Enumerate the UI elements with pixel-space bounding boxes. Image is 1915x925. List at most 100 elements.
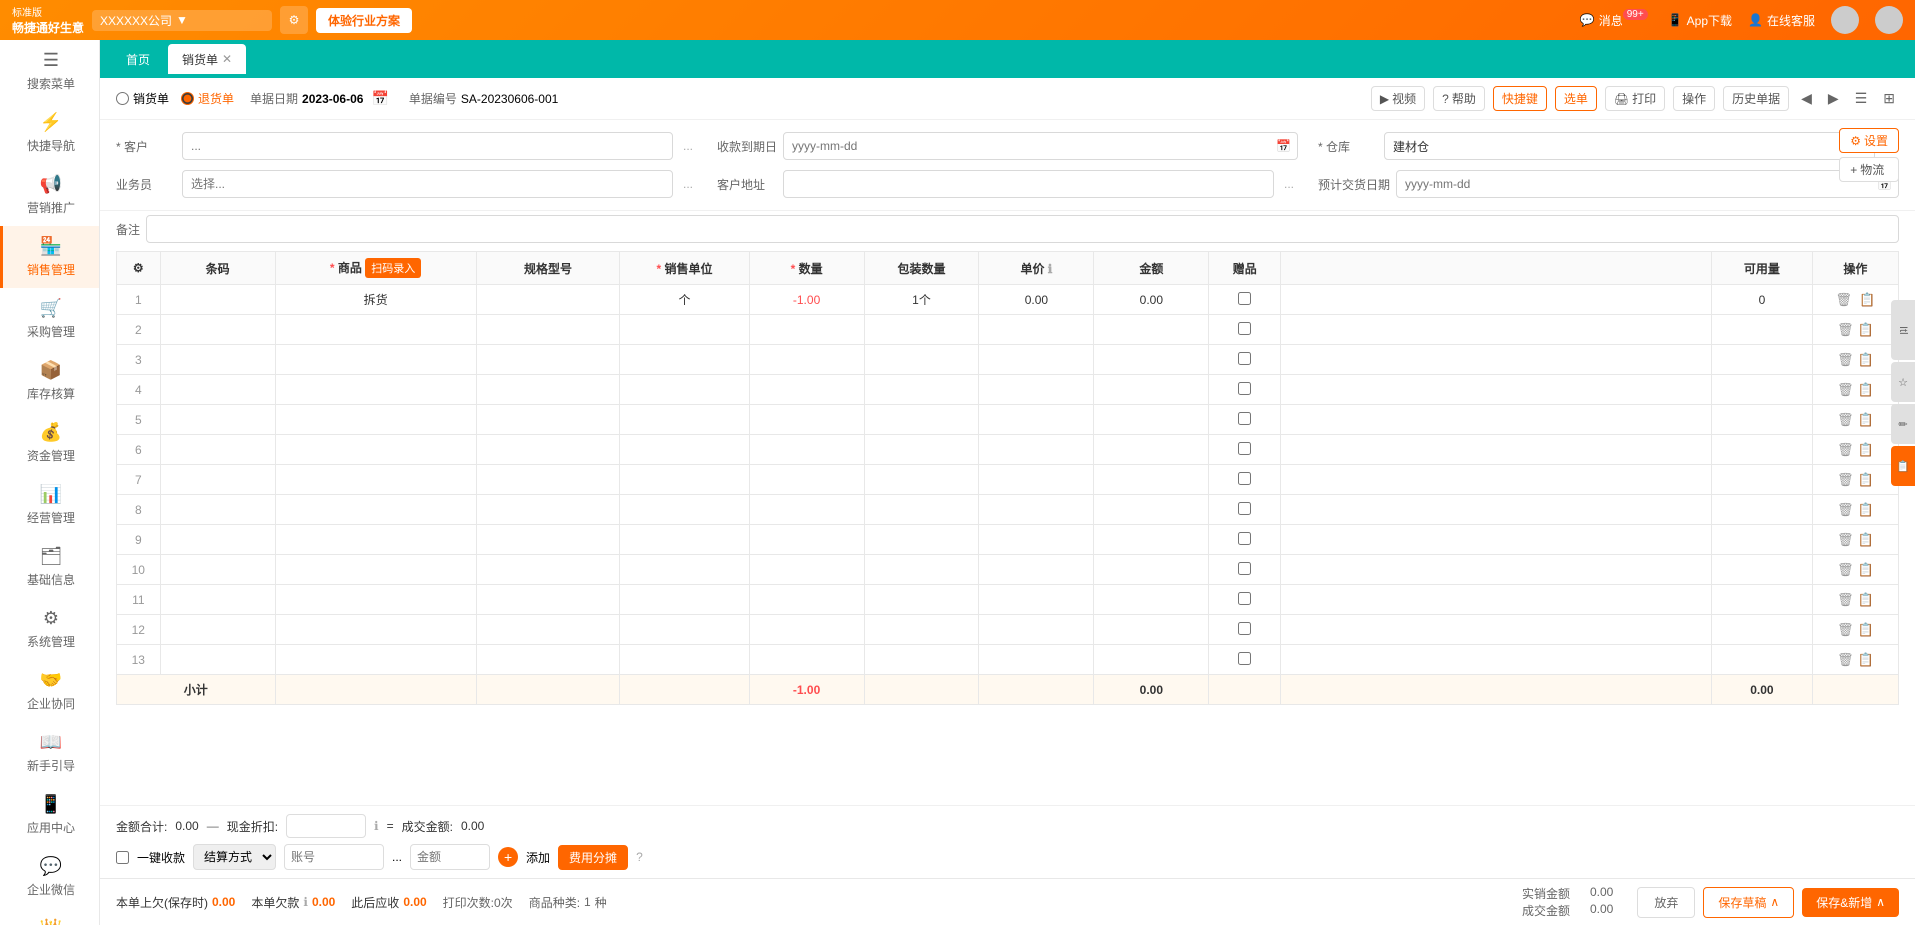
delete-btn-5[interactable]: 🗑 [1835,412,1856,427]
save-draft-btn[interactable]: 保存草稿 ∧ [1703,887,1794,918]
expense-split-btn[interactable]: 费用分摊 [558,845,628,870]
gift-checkbox-8[interactable] [1238,502,1251,515]
sidebar-item-appstore[interactable]: 📱 应用中心 [0,784,99,846]
sidebar-item-finance[interactable]: 💰 资金管理 [0,412,99,474]
gift-checkbox-7[interactable] [1238,472,1251,485]
settlement-select[interactable]: 结算方式 [193,844,276,870]
shortcut-btn[interactable]: 快捷键 [1493,86,1547,111]
copy-btn-1[interactable]: 📋 [1857,292,1877,307]
address-more-btn[interactable]: ... [1280,177,1298,191]
sidebar-item-guide[interactable]: 📖 新手引导 [0,722,99,784]
copy-btn-13[interactable]: 📋 [1856,652,1876,667]
copy-btn-3[interactable]: 📋 [1856,352,1876,367]
delete-btn-13[interactable]: 🗑 [1835,652,1856,667]
sidebar-item-member[interactable]: 👑 畅会员 [0,908,99,925]
sidebar-item-sales[interactable]: 🏪 销售管理 [0,226,99,288]
trial-btn[interactable]: 体验行业方案 [316,8,412,33]
delete-btn-9[interactable]: 🗑 [1835,532,1856,547]
delete-btn-4[interactable]: 🗑 [1835,382,1856,397]
delete-btn-12[interactable]: 🗑 [1835,622,1856,637]
copy-btn-7[interactable]: 📋 [1856,472,1876,487]
cash-discount-input[interactable] [286,814,366,838]
sidebar-item-wechat[interactable]: 💬 企业微信 [0,846,99,908]
gift-checkbox-9[interactable] [1238,532,1251,545]
delete-btn-6[interactable]: 🗑 [1835,442,1856,457]
one-click-payment-checkbox[interactable] [116,851,129,864]
print-btn[interactable]: 🖨 打印 [1605,86,1665,111]
gift-checkbox-10[interactable] [1238,562,1251,575]
delete-btn-10[interactable]: 🗑 [1835,562,1856,577]
delete-btn-7[interactable]: 🗑 [1835,472,1856,487]
abandon-btn[interactable]: 放弃 [1637,887,1695,918]
tab-sales-order[interactable]: 销货单 ✕ [168,44,246,74]
logistics-btn[interactable]: + 物流 [1839,157,1899,182]
float-btn-2[interactable]: ☆ [1891,362,1915,402]
company-selector[interactable]: XXXXXX公司 ▼ [92,10,272,31]
copy-btn-8[interactable]: 📋 [1856,502,1876,517]
copy-btn-10[interactable]: 📋 [1856,562,1876,577]
sidebar-item-system[interactable]: ⚙ 系统管理 [0,598,99,660]
copy-btn-11[interactable]: 📋 [1856,592,1876,607]
expected-date-text[interactable] [1397,174,1871,194]
sidebar-item-inventory[interactable]: 📦 库存核算 [0,350,99,412]
copy-btn-6[interactable]: 📋 [1856,442,1876,457]
avatar2[interactable] [1875,6,1903,34]
message-btn[interactable]: 💬 消息 99+ [1580,12,1652,29]
delete-btn-8[interactable]: 🗑 [1835,502,1856,517]
sidebar-item-marketing[interactable]: 📢 营销推广 [0,164,99,226]
settings-btn[interactable]: ⚙ 设置 [1839,128,1899,153]
operations-btn[interactable]: 操作 [1673,86,1715,111]
collect-date-input[interactable]: 📅 [783,132,1298,160]
delete-btn-2[interactable]: 🗑 [1835,322,1856,337]
total-owe-info-btn[interactable]: ℹ [303,895,308,909]
copy-btn-5[interactable]: 📋 [1856,412,1876,427]
date-picker-btn[interactable]: 📅 [367,88,392,109]
gift-checkbox-12[interactable] [1238,622,1251,635]
radio-sale[interactable]: 销货单 [116,90,169,107]
expected-date-input[interactable]: 📅 [1396,170,1899,198]
sidebar-item-purchase[interactable]: 🛒 采购管理 [0,288,99,350]
list-view-btn[interactable]: ☰ [1851,88,1872,109]
gift-checkbox-6[interactable] [1238,442,1251,455]
video-btn[interactable]: ▶ 视频 [1371,86,1425,111]
customer-address-input[interactable] [783,170,1274,198]
salesperson-more-btn[interactable]: ... [679,177,697,191]
customer-input[interactable] [182,132,673,160]
account-input[interactable] [284,844,384,870]
help-btn[interactable]: ? 帮助 [1433,86,1485,111]
remark-input[interactable] [146,215,1899,243]
copy-btn-2[interactable]: 📋 [1856,322,1876,337]
warehouse-input[interactable] [1384,132,1875,160]
tab-close-btn[interactable]: ✕ [222,52,232,66]
table-config-icon[interactable]: ⚙ [133,261,144,275]
prev-btn[interactable]: ◀ [1797,88,1816,109]
gift-checkbox-3[interactable] [1238,352,1251,365]
copy-btn-12[interactable]: 📋 [1856,622,1876,637]
save-new-btn[interactable]: 保存&新增 ∧ [1802,888,1899,917]
delete-btn-11[interactable]: 🗑 [1835,592,1856,607]
scan-btn[interactable]: 扫码录入 [365,258,421,278]
delete-btn-1[interactable]: 🗑 [1833,292,1854,307]
payment-help-btn[interactable]: ? [636,850,643,864]
calc-info-btn[interactable]: ℹ [374,819,379,833]
delete-btn-3[interactable]: 🗑 [1835,352,1856,367]
app-download-btn[interactable]: 📱 App下载 [1668,12,1732,29]
sidebar-item-enterprise[interactable]: 🤝 企业协同 [0,660,99,722]
select-order-btn[interactable]: 选单 [1555,86,1597,111]
radio-return[interactable]: 退货单 [181,90,234,107]
online-service-btn[interactable]: 👤 在线客服 [1748,12,1815,29]
sidebar-item-search[interactable]: ☰ 搜索菜单 [0,40,99,102]
sidebar-item-quick[interactable]: ⚡ 快捷导航 [0,102,99,164]
salesperson-input[interactable] [182,170,673,198]
copy-btn-9[interactable]: 📋 [1856,532,1876,547]
gift-checkbox-2[interactable] [1238,322,1251,335]
customer-more-btn[interactable]: ... [679,139,697,153]
gift-checkbox-11[interactable] [1238,592,1251,605]
collect-date-text[interactable] [784,136,1270,156]
gift-checkbox-5[interactable] [1238,412,1251,425]
sidebar-item-business[interactable]: 📊 经营管理 [0,474,99,536]
collect-date-cal-icon[interactable]: 📅 [1270,139,1297,153]
avatar[interactable] [1831,6,1859,34]
next-btn[interactable]: ▶ [1824,88,1843,109]
settings-gear-btn[interactable]: ⚙ [280,6,308,34]
